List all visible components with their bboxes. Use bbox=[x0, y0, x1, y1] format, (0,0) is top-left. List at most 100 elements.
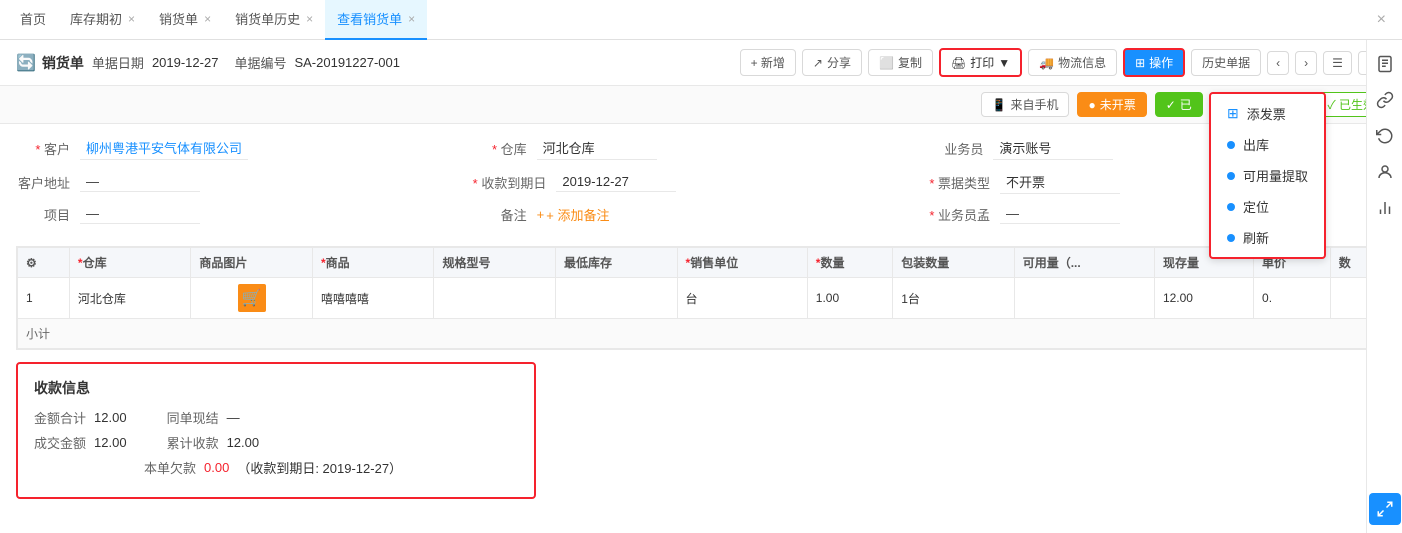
col-image: 商品图片 bbox=[191, 248, 313, 278]
phone-icon: 📱 bbox=[992, 98, 1007, 112]
history-button[interactable]: 历史单据 bbox=[1191, 49, 1261, 76]
total-value: 12.00 bbox=[94, 410, 127, 425]
project-label: 项目 bbox=[16, 205, 76, 224]
owed-label: 本单欠款 bbox=[144, 458, 196, 477]
share-button[interactable]: ↗ 分享 bbox=[802, 49, 862, 76]
subtotal-label: 小计 bbox=[18, 319, 1385, 349]
tickettype-label: 票据类型 bbox=[929, 173, 996, 192]
customer-value[interactable]: 柳州粤港平安气体有限公司 bbox=[80, 136, 248, 160]
from-phone-button[interactable]: 📱 来自手机 bbox=[981, 92, 1070, 117]
cumulative-item: 累计收款 12.00 bbox=[167, 433, 260, 452]
row-pack-qty: 1台 bbox=[893, 278, 1015, 319]
doc-header: 🔄 销货单 单据日期 2019-12-27 单据编号 SA-20191227-0… bbox=[0, 40, 1402, 86]
print-dropdown-icon: ▼ bbox=[998, 56, 1010, 70]
menu-item-locate[interactable]: 定位 bbox=[1211, 191, 1324, 222]
address-label: 客户地址 bbox=[16, 173, 76, 192]
sidebar-expand-icon[interactable] bbox=[1369, 493, 1401, 525]
doc-meta: 单据日期 2019-12-27 单据编号 SA-20191227-001 bbox=[92, 53, 400, 72]
row-product: 嘻嘻嘻嘻 bbox=[312, 278, 434, 319]
row-image: 🛒 bbox=[191, 278, 313, 319]
logistics-button[interactable]: 🚚 物流信息 bbox=[1028, 49, 1117, 76]
copy-icon: ⬜ bbox=[879, 56, 894, 70]
project-value: — bbox=[80, 204, 200, 224]
nav-prev-button[interactable]: ‹ bbox=[1267, 51, 1289, 75]
form-row-2: 客户地址 — 收款到期日 2019-12-27 票据类型 不开票 bbox=[16, 170, 1386, 194]
sidebar-link-icon[interactable] bbox=[1369, 84, 1401, 116]
row-available bbox=[1014, 278, 1154, 319]
cumulative-label: 累计收款 bbox=[167, 433, 219, 452]
print-button[interactable]: 🖨 打印 ▼ bbox=[939, 48, 1022, 77]
not-opened-button[interactable]: ● 未开票 bbox=[1077, 92, 1146, 117]
staff-value: 演示账号 bbox=[993, 136, 1113, 160]
row-stock: 12.00 bbox=[1154, 278, 1253, 319]
form-item-customer: 客户 柳州粤港平安气体有限公司 bbox=[16, 136, 473, 160]
ticket-icon: ● bbox=[1088, 98, 1095, 112]
customer-label: 客户 bbox=[16, 139, 76, 158]
product-image: 🛒 bbox=[238, 284, 266, 312]
close-tab-inventory[interactable]: × bbox=[128, 12, 135, 26]
tab-sales-history[interactable]: 销货单历史 × bbox=[223, 0, 325, 40]
form-row-1: 客户 柳州粤港平安气体有限公司 仓库 河北仓库 业务员 演示账号 bbox=[16, 136, 1386, 160]
menu-item-refresh[interactable]: 刷新 bbox=[1211, 222, 1324, 253]
confirm-button[interactable]: ✓ 已 bbox=[1155, 92, 1203, 117]
tab-home[interactable]: 首页 bbox=[8, 0, 58, 40]
right-sidebar bbox=[1366, 40, 1402, 533]
products-table: ⚙ *仓库 商品图片 *商品 规格型号 最低库存 *销售单位 *数量 包装数量 … bbox=[16, 246, 1386, 350]
tab-view-sales-order[interactable]: 查看销货单 × bbox=[325, 0, 427, 40]
col-spec: 规格型号 bbox=[434, 248, 556, 278]
menu-item-outbound[interactable]: 出库 bbox=[1211, 129, 1324, 160]
sidebar-refresh-icon[interactable] bbox=[1369, 120, 1401, 152]
form-item-paydate: 收款到期日 2019-12-27 bbox=[473, 172, 930, 192]
cumulative-value: 12.00 bbox=[227, 435, 260, 450]
address-value: — bbox=[80, 172, 200, 192]
payment-row-3: 本单欠款 0.00 （收款到期日: 2019-12-27） bbox=[34, 458, 518, 477]
truck-icon: 🚚 bbox=[1039, 56, 1054, 70]
tab-sales-order[interactable]: 销货单 × bbox=[147, 0, 223, 40]
paydate-label: 收款到期日 bbox=[473, 173, 553, 192]
tickettype-value: 不开票 bbox=[1000, 170, 1120, 194]
total-amount-item: 金额合计 12.00 bbox=[34, 408, 127, 427]
deal-amount-item: 成交金额 12.00 bbox=[34, 433, 127, 452]
menu-item-available-qty[interactable]: 可用量提取 bbox=[1211, 160, 1324, 191]
table-header-row: ⚙ *仓库 商品图片 *商品 规格型号 最低库存 *销售单位 *数量 包装数量 … bbox=[18, 248, 1385, 278]
doc-actions: + 新增 ↗ 分享 ⬜ 复制 🖨 打印 ▼ 🚚 物流信息 bbox=[740, 48, 1386, 77]
layout-list-button[interactable]: ☰ bbox=[1323, 51, 1352, 75]
invoice-grid-icon: ⊞ bbox=[1227, 105, 1239, 122]
row-unit: 台 bbox=[677, 278, 807, 319]
note-label: 备注 bbox=[473, 205, 533, 224]
payment-info-title: 收款信息 bbox=[34, 378, 518, 398]
form-item-address: 客户地址 — bbox=[16, 172, 473, 192]
window-close-button[interactable]: × bbox=[1369, 11, 1394, 29]
date-label: 单据日期 2019-12-27 bbox=[92, 53, 219, 72]
new-button[interactable]: + 新增 bbox=[740, 49, 796, 76]
operations-button[interactable]: ⊞ 操作 bbox=[1123, 48, 1185, 77]
dot-icon-outbound bbox=[1227, 141, 1235, 149]
dot-icon-available bbox=[1227, 172, 1235, 180]
close-tab-sales[interactable]: × bbox=[204, 12, 211, 26]
sidebar-chart-icon[interactable] bbox=[1369, 192, 1401, 224]
deal-amount-label: 成交金额 bbox=[34, 433, 86, 452]
add-note-button[interactable]: + + 添加备注 bbox=[537, 205, 610, 224]
menu-item-invoice[interactable]: ⊞ 添发票 bbox=[1211, 98, 1324, 129]
single-settle-label: 同单现结 bbox=[167, 408, 219, 427]
payment-row-2: 成交金额 12.00 累计收款 12.00 bbox=[34, 433, 518, 452]
copy-button[interactable]: ⬜ 复制 bbox=[868, 49, 933, 76]
nav-next-button[interactable]: › bbox=[1295, 51, 1317, 75]
table-row: 1 河北仓库 🛒 嘻嘻嘻嘻 台 1.00 1台 bbox=[18, 278, 1385, 319]
check-icon: ✓ bbox=[1166, 98, 1176, 112]
tab-inventory-initial[interactable]: 库存期初 × bbox=[58, 0, 147, 40]
table-subtotal-row: 小计 bbox=[18, 319, 1385, 349]
print-icon: 🖨 bbox=[951, 56, 966, 70]
col-product: *商品 bbox=[312, 248, 434, 278]
col-warehouse: *仓库 bbox=[69, 248, 191, 278]
close-tab-sales-history[interactable]: × bbox=[306, 12, 313, 26]
deal-amount-value: 12.00 bbox=[94, 435, 127, 450]
sidebar-doc-icon[interactable] bbox=[1369, 48, 1401, 80]
sidebar-person-icon[interactable] bbox=[1369, 156, 1401, 188]
staff-label: 业务员 bbox=[929, 139, 989, 158]
close-tab-view[interactable]: × bbox=[408, 12, 415, 26]
col-gear: ⚙ bbox=[18, 248, 70, 278]
row-warehouse: 河北仓库 bbox=[69, 278, 191, 319]
form-row-3: 项目 — 备注 + + 添加备注 业务员孟 — bbox=[16, 204, 1386, 224]
staffname-value: — bbox=[1000, 204, 1120, 224]
